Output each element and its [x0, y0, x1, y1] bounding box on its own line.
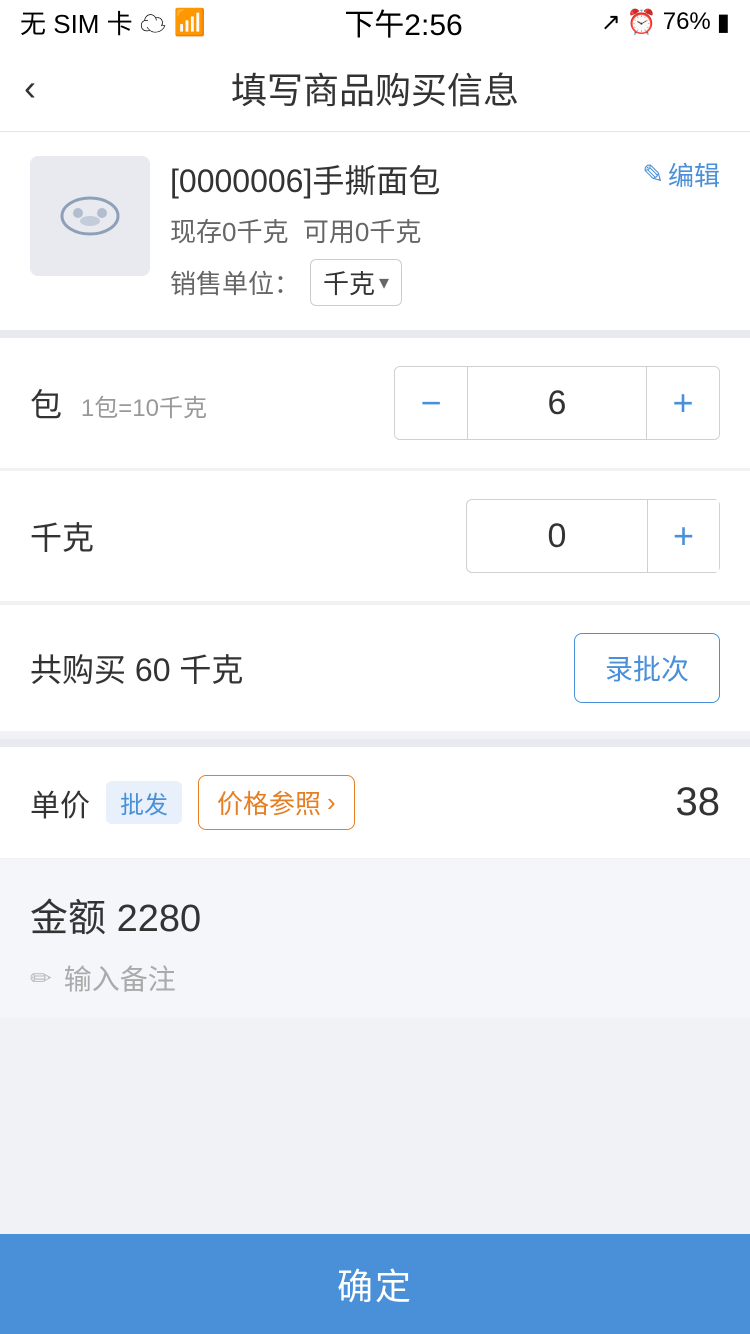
summary-text: 共购买 60 千克	[30, 645, 243, 691]
kg-qty-control: +	[466, 499, 720, 573]
price-reference-button[interactable]: 价格参照 ›	[198, 775, 355, 830]
alarm-icon: ⏰	[627, 8, 657, 37]
unit-dropdown-icon: ▾	[379, 270, 389, 295]
page-title: 填写商品购买信息	[231, 62, 519, 114]
product-name: [0000006]手撕面包	[170, 156, 622, 202]
amount-row: 金额 2280	[30, 887, 720, 942]
location-icon: ↗	[601, 8, 621, 37]
edit-button[interactable]: ✎ 编辑	[642, 156, 720, 193]
unit-selector[interactable]: 千克 ▾	[310, 259, 402, 306]
price-ref-arrow-icon: ›	[327, 787, 336, 818]
kg-label: 千克	[30, 513, 466, 559]
pack-qty-section: 包 1包=10千克 − +	[0, 338, 750, 469]
confirm-button[interactable]: 确定	[0, 1234, 750, 1334]
product-info: [0000006]手撕面包 现存0千克 可用0千克 销售单位： 千克 ▾	[170, 156, 622, 306]
summary-row: 共购买 60 千克 录批次	[0, 604, 750, 731]
battery-icon: ▮	[717, 8, 730, 37]
pack-qty-row: 包 1包=10千克 − +	[0, 338, 750, 469]
pack-hint: 1包=10千克	[81, 395, 207, 422]
note-row[interactable]: ✏ 输入备注	[30, 958, 720, 998]
product-unit-row: 销售单位： 千克 ▾	[170, 259, 622, 306]
status-left: 无 SIM 卡 ☁ 📶	[20, 4, 206, 41]
note-placeholder: 输入备注	[64, 958, 176, 998]
edit-icon: ✎	[642, 159, 664, 190]
wifi-icon: 📶	[174, 7, 206, 38]
pack-minus-button[interactable]: −	[395, 367, 467, 439]
back-button[interactable]: ‹	[24, 67, 36, 109]
pack-label: 包 1包=10千克	[30, 380, 394, 426]
battery-label: 76%	[663, 8, 711, 36]
amount-section: 金额 2280 ✏ 输入备注	[0, 859, 750, 1018]
product-thumbnail	[30, 156, 150, 276]
batch-record-button[interactable]: 录批次	[574, 633, 720, 703]
product-card: [0000006]手撕面包 现存0千克 可用0千克 销售单位： 千克 ▾ ✎ 编…	[0, 132, 750, 338]
kg-qty-row: 千克 +	[0, 471, 750, 602]
kg-qty-input[interactable]	[467, 500, 647, 572]
price-value: 38	[676, 780, 721, 825]
kg-plus-button[interactable]: +	[647, 500, 719, 572]
separator-1	[0, 739, 750, 747]
note-icon: ✏	[30, 963, 52, 994]
price-label: 单价	[30, 781, 90, 825]
kg-qty-section: 千克 +	[0, 471, 750, 602]
price-badge: 批发	[106, 781, 182, 824]
status-bar: 无 SIM 卡 ☁ 📶 下午2:56 ↗ ⏰ 76% ▮	[0, 0, 750, 44]
pack-qty-control: − +	[394, 366, 720, 440]
status-time: 下午2:56	[344, 0, 462, 44]
status-right: ↗ ⏰ 76% ▮	[601, 8, 730, 37]
product-stock: 现存0千克 可用0千克	[170, 212, 622, 249]
pack-plus-button[interactable]: +	[647, 367, 719, 439]
content-spacer	[0, 1018, 750, 1234]
nav-bar: ‹ 填写商品购买信息	[0, 44, 750, 132]
price-section: 单价 批发 价格参照 › 38	[0, 747, 750, 859]
pack-qty-input[interactable]	[467, 367, 647, 439]
sim-label: 无 SIM 卡 ☁	[20, 4, 166, 41]
